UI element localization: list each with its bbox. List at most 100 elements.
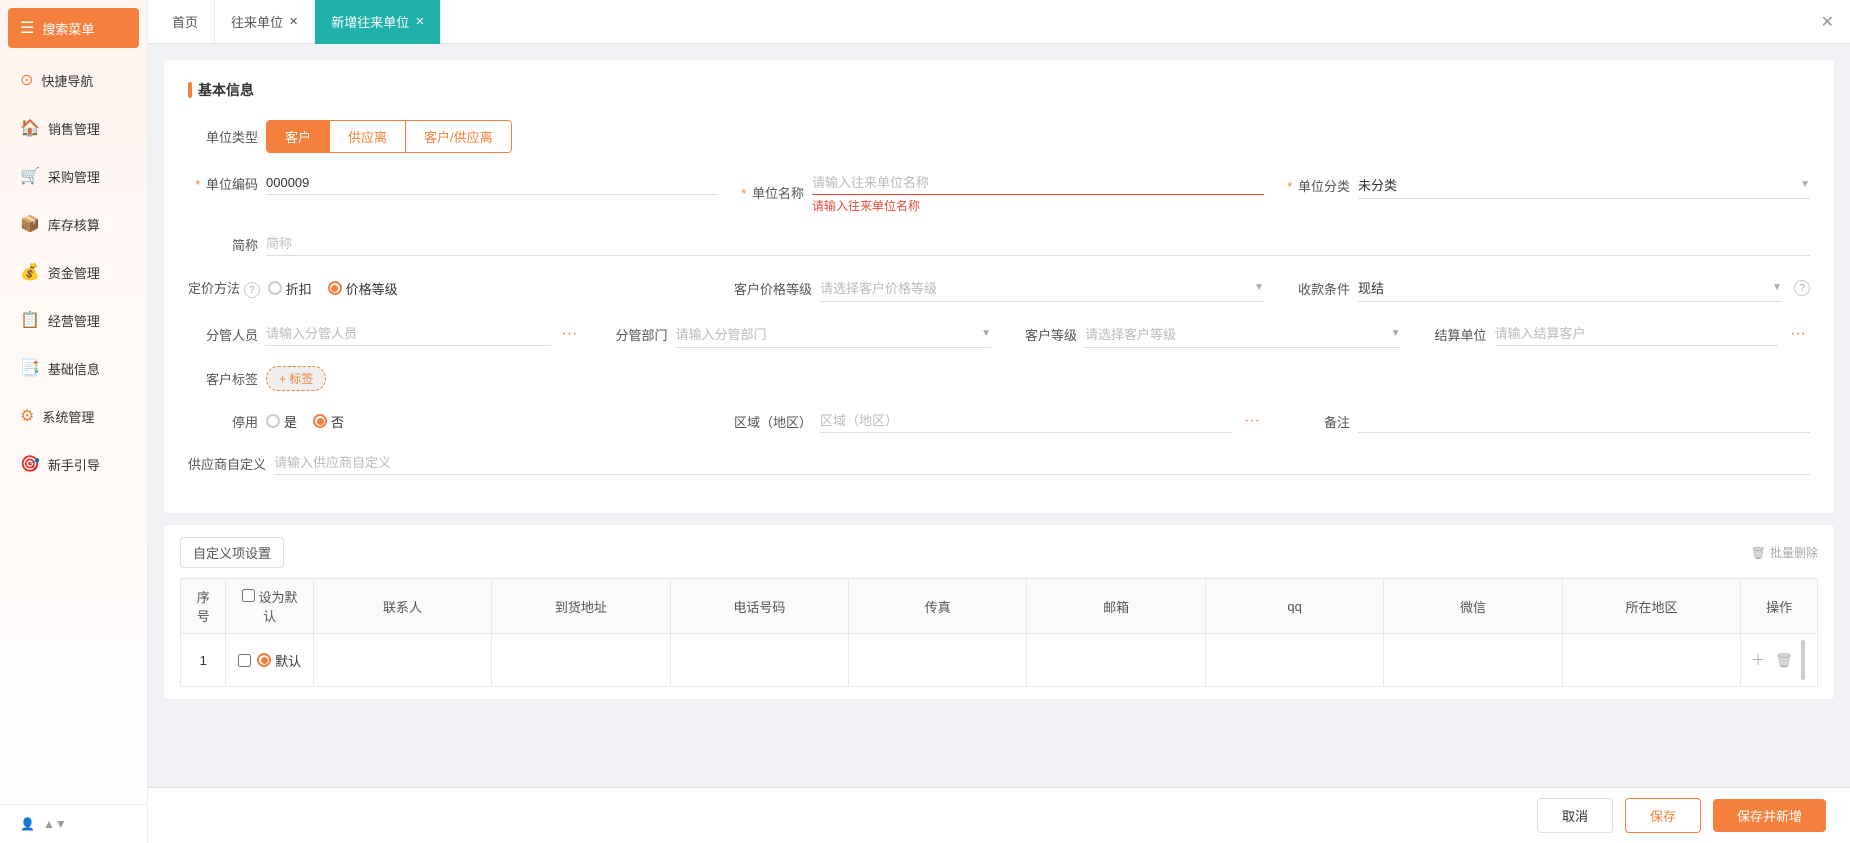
col-address: 到货地址 bbox=[492, 579, 670, 634]
manager-input[interactable] bbox=[266, 322, 550, 346]
tab-contact-close[interactable]: ✕ bbox=[289, 15, 298, 28]
unit-name-field: * 单位名称 请输入往来单位名称 bbox=[734, 171, 1264, 214]
scrollbar[interactable] bbox=[1801, 640, 1805, 680]
save-new-button[interactable]: 保存并新增 bbox=[1713, 799, 1826, 832]
unit-type-label: 单位类型 bbox=[188, 127, 258, 146]
sidebar-bottom: 👤 ▲▼ bbox=[0, 804, 147, 843]
search-icon: ☰ bbox=[20, 18, 34, 38]
customer-level-select[interactable]: 请选择客户等级 ▼ bbox=[1085, 320, 1401, 348]
contact-input[interactable] bbox=[324, 653, 481, 668]
basic-info-card: 基本信息 单位类型 客户 供应离 客户/供应离 * bbox=[164, 60, 1834, 513]
short-name-input[interactable] bbox=[266, 232, 1810, 256]
sidebar-label-sales: 销售管理 bbox=[48, 119, 100, 138]
tab-home[interactable]: 首页 bbox=[156, 0, 215, 44]
type-btn-both[interactable]: 客户/供应离 bbox=[405, 121, 511, 152]
form-footer: 取消 保存 保存并新增 bbox=[148, 787, 1850, 843]
sidebar-item-guide[interactable]: 🎯 新手引导 bbox=[0, 440, 147, 488]
col-actions: 操作 bbox=[1741, 579, 1818, 634]
sidebar-item-purchase[interactable]: 🛒 采购管理 bbox=[0, 152, 147, 200]
region-input[interactable] bbox=[820, 409, 1232, 433]
sidebar-item-quick-nav[interactable]: ⊙ 快捷导航 bbox=[0, 56, 147, 104]
pricing-level-label: 价格等级 bbox=[346, 279, 398, 298]
pricing-help-icon[interactable]: ? bbox=[244, 282, 260, 298]
row-region-input[interactable] bbox=[1573, 653, 1730, 668]
tab-new-contact-close[interactable]: ✕ bbox=[415, 15, 424, 28]
region-label: 区域（地区） bbox=[734, 412, 812, 431]
select-all-checkbox[interactable] bbox=[242, 589, 255, 602]
disabled-yes-radio[interactable]: 是 bbox=[266, 412, 297, 431]
settlement-more-icon[interactable]: ··· bbox=[1786, 325, 1810, 343]
cell-qq[interactable] bbox=[1205, 634, 1384, 687]
cell-contact[interactable] bbox=[313, 634, 491, 687]
fax-input[interactable] bbox=[859, 653, 1016, 668]
sidebar-item-operations[interactable]: 📋 经营管理 bbox=[0, 296, 147, 344]
unit-code-input[interactable] bbox=[266, 171, 718, 195]
payment-chevron-icon: ▼ bbox=[1772, 282, 1782, 293]
sidebar-item-basic[interactable]: 📑 基础信息 bbox=[0, 344, 147, 392]
sidebar-item-system[interactable]: ⚙ 系统管理 bbox=[0, 392, 147, 440]
add-tag-button[interactable]: + 标签 bbox=[266, 366, 326, 391]
wechat-input[interactable] bbox=[1394, 653, 1551, 668]
cancel-button[interactable]: 取消 bbox=[1537, 798, 1613, 833]
batch-delete-icon: 🗑 bbox=[1751, 546, 1766, 560]
customer-price-chevron-icon: ▼ bbox=[1254, 282, 1264, 293]
unit-category-select[interactable]: 未分类 ▼ bbox=[1358, 171, 1810, 199]
row-checkbox[interactable] bbox=[238, 654, 251, 667]
sidebar-item-finance[interactable]: 💰 资金管理 bbox=[0, 248, 147, 296]
customer-level-chevron-icon: ▼ bbox=[1391, 328, 1401, 339]
tabs-close-all-button[interactable]: ✕ bbox=[1813, 12, 1842, 32]
delete-row-icon[interactable]: 🗑 bbox=[1775, 652, 1793, 669]
remark-input[interactable] bbox=[1358, 409, 1810, 433]
tab-contact[interactable]: 往来单位 ✕ bbox=[215, 0, 315, 44]
supplier-custom-label: 供应商自定义 bbox=[188, 454, 266, 473]
disabled-yes-label: 是 bbox=[284, 412, 297, 431]
cell-region[interactable] bbox=[1562, 634, 1740, 687]
disabled-yes-circle bbox=[266, 414, 280, 428]
customer-price-select[interactable]: 请选择客户价格等级 ▼ bbox=[820, 274, 1264, 302]
disabled-no-radio[interactable]: 否 bbox=[313, 412, 344, 431]
dept-label: 分管部门 bbox=[598, 325, 668, 344]
pricing-level-circle bbox=[328, 281, 342, 295]
operations-icon: 📋 bbox=[20, 310, 40, 330]
supplier-custom-input[interactable] bbox=[274, 451, 1810, 475]
cell-actions: ＋ 🗑 bbox=[1741, 634, 1818, 687]
sidebar-item-search[interactable]: ☰ 搜索菜单 bbox=[8, 8, 139, 48]
pricing-label: 定价方法 ? bbox=[188, 278, 260, 299]
save-button[interactable]: 保存 bbox=[1625, 798, 1701, 833]
region-more-icon[interactable]: ··· bbox=[1240, 412, 1264, 430]
payment-help-icon[interactable]: ? bbox=[1794, 280, 1810, 296]
unit-name-input[interactable] bbox=[812, 171, 1264, 195]
address-input[interactable] bbox=[502, 653, 659, 668]
cell-email[interactable] bbox=[1027, 634, 1205, 687]
pricing-level-radio[interactable]: 价格等级 bbox=[328, 279, 398, 298]
add-row-icon[interactable]: ＋ bbox=[1751, 650, 1765, 670]
payment-select[interactable]: 现结 ▼ bbox=[1358, 274, 1782, 302]
email-input[interactable] bbox=[1037, 653, 1194, 668]
dept-select[interactable]: 请输入分管部门 ▼ bbox=[676, 320, 992, 348]
cell-wechat[interactable] bbox=[1384, 634, 1562, 687]
phone-input[interactable] bbox=[681, 653, 838, 668]
pricing-discount-radio[interactable]: 折扣 bbox=[268, 279, 312, 298]
supplier-custom-row: 供应商自定义 bbox=[188, 451, 1810, 475]
sidebar-item-sales[interactable]: 🏠 销售管理 bbox=[0, 104, 147, 152]
default-radio[interactable]: 默认 bbox=[257, 651, 301, 670]
qq-input[interactable] bbox=[1216, 653, 1374, 668]
settlement-input[interactable] bbox=[1495, 322, 1779, 346]
cell-address[interactable] bbox=[492, 634, 670, 687]
col-region: 所在地区 bbox=[1562, 579, 1740, 634]
tab-new-contact[interactable]: 新增往来单位 ✕ bbox=[315, 0, 441, 44]
col-default: 设为默认 bbox=[226, 579, 313, 634]
customize-settings-button[interactable]: 自定义项设置 bbox=[180, 537, 284, 568]
sidebar-item-inventory[interactable]: 📦 库存核算 bbox=[0, 200, 147, 248]
row-actions: ＋ 🗑 bbox=[1751, 640, 1807, 680]
batch-delete-button[interactable]: 🗑 批量删除 bbox=[1751, 544, 1818, 561]
section-title: 基本信息 bbox=[188, 80, 1810, 100]
unit-name-error: 请输入往来单位名称 bbox=[812, 197, 1264, 214]
cell-fax[interactable] bbox=[849, 634, 1027, 687]
type-btn-supplier[interactable]: 供应离 bbox=[329, 121, 405, 152]
sidebar-label-inventory: 库存核算 bbox=[48, 215, 100, 234]
contact-table-section: 自定义项设置 🗑 批量删除 序号 设为默认 联系人 到货地址 电话号码 传真 邮… bbox=[164, 525, 1834, 699]
cell-phone[interactable] bbox=[670, 634, 848, 687]
type-btn-customer[interactable]: 客户 bbox=[267, 121, 329, 152]
manager-more-icon[interactable]: ··· bbox=[558, 325, 582, 343]
